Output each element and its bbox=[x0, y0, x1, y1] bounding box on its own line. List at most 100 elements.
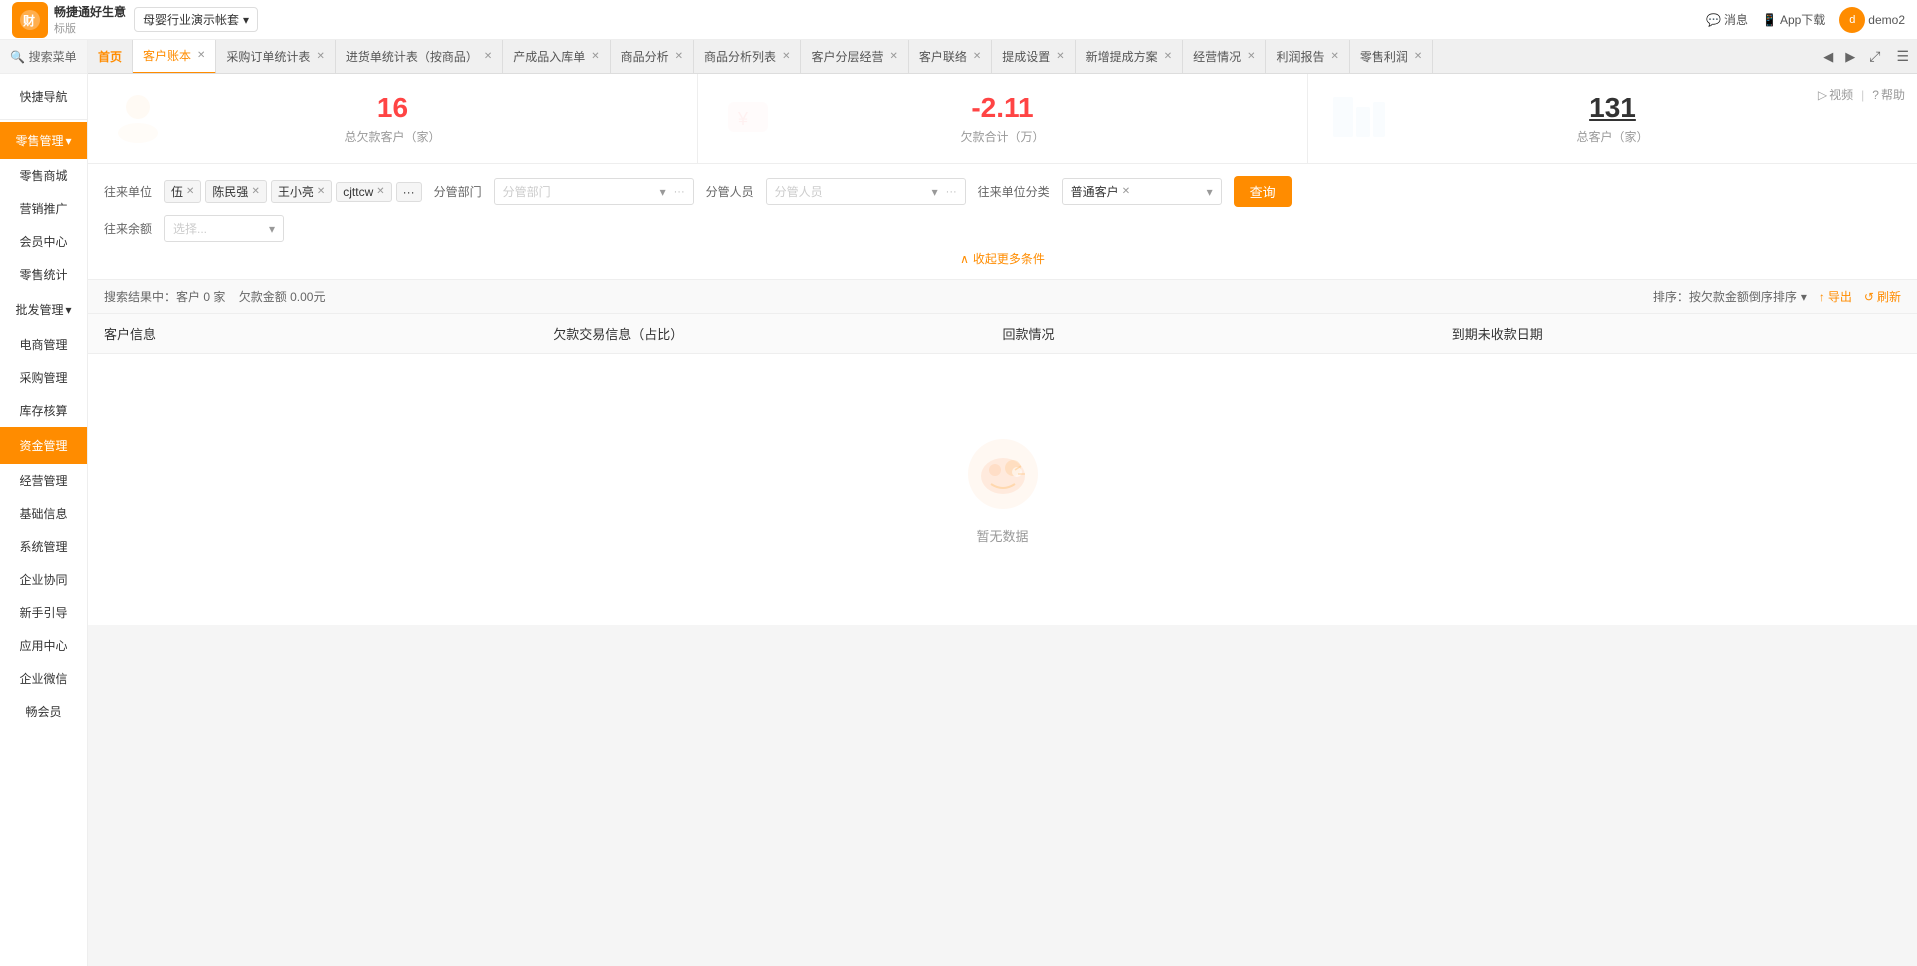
filter-tag-cj-remove[interactable]: ✕ bbox=[376, 186, 384, 197]
query-button[interactable]: 查询 bbox=[1234, 176, 1292, 207]
stat-value-total-customers[interactable]: 131 bbox=[1576, 92, 1648, 124]
tab-maximize-btn[interactable]: ⤢ bbox=[1861, 48, 1888, 65]
sidebar-item-basic-info[interactable]: 基础信息 bbox=[0, 497, 87, 530]
filter-label-category: 往来单位分类 bbox=[978, 183, 1050, 200]
tab-menu-btn[interactable]: ☰ bbox=[1888, 48, 1917, 65]
tab-retail-profit[interactable]: 零售利润 ✕ bbox=[1350, 40, 1433, 74]
tab-customer-segment[interactable]: 客户分层经营 ✕ bbox=[801, 40, 908, 74]
tab-profit-report[interactable]: 利润报告 ✕ bbox=[1266, 40, 1349, 74]
sidebar-item-guide[interactable]: 新手引导 bbox=[0, 596, 87, 629]
tab-close-goods-analysis[interactable]: ✕ bbox=[675, 51, 683, 62]
sidebar-item-enterprise-collab[interactable]: 企业协同 bbox=[0, 563, 87, 596]
sidebar-item-finance[interactable]: 资金管理 bbox=[0, 427, 87, 464]
sidebar-item-inventory[interactable]: 库存核算 bbox=[0, 394, 87, 427]
tab-scroll-right-btn[interactable]: ▶ bbox=[1839, 49, 1861, 65]
sidebar-item-wechat[interactable]: 企业微信 bbox=[0, 662, 87, 695]
tab-goods-analysis-list[interactable]: 商品分析列表 ✕ bbox=[694, 40, 801, 74]
tab-customer-ledger[interactable]: 客户账本 ✕ bbox=[133, 40, 216, 74]
tab-close-customer-ledger[interactable]: ✕ bbox=[197, 50, 205, 61]
sidebar-item-retail-mgmt[interactable]: 零售管理 ▾ bbox=[0, 122, 87, 159]
message-btn[interactable]: 💬 消息 bbox=[1706, 11, 1748, 28]
result-actions: 排序：按欠款金额倒序排序 ▾ ↑ 导出 ↺ 刷新 bbox=[1653, 288, 1901, 305]
tab-close-customer-segment[interactable]: ✕ bbox=[889, 51, 897, 62]
result-info: 搜索结果中：客户 0 家 欠款金额 0.00元 bbox=[104, 288, 325, 305]
sidebar-item-membership[interactable]: 会员中心 bbox=[0, 225, 87, 258]
tab-scroll-left-btn[interactable]: ◀ bbox=[1817, 49, 1839, 65]
filter-tag-wang: 王小亮 ✕ bbox=[271, 180, 332, 203]
sidebar-item-member[interactable]: 畅会员 bbox=[0, 695, 87, 728]
export-btn[interactable]: ↑ 导出 bbox=[1819, 288, 1852, 305]
refresh-btn[interactable]: ↺ 刷新 bbox=[1864, 288, 1901, 305]
col-debt-info: 欠款交易信息（占比） bbox=[553, 324, 1002, 343]
filter-tags-category: 普通客户 ✕ ▾ bbox=[1062, 178, 1222, 205]
tab-goods-analysis[interactable]: 商品分析 ✕ bbox=[611, 40, 694, 74]
sidebar-item-retail-shop[interactable]: 零售商城 bbox=[0, 159, 87, 192]
filter-tag-regular-remove[interactable]: ✕ bbox=[1122, 186, 1130, 197]
filter-label-balance: 往来余额 bbox=[104, 220, 152, 237]
filter-tag-wang-remove[interactable]: ✕ bbox=[317, 186, 325, 197]
sort-btn[interactable]: 排序：按欠款金额倒序排序 ▾ bbox=[1653, 288, 1807, 305]
sidebar-item-operations[interactable]: 经营管理 bbox=[0, 464, 87, 497]
user-avatar-btn[interactable]: d demo2 bbox=[1839, 7, 1905, 33]
filter-tags-unit: 伍 ✕ 陈民强 ✕ 王小亮 ✕ cjttcw ✕ bbox=[164, 180, 422, 203]
top-bar-right: 💬 消息 📱 App下载 d demo2 bbox=[1706, 7, 1905, 33]
stat-label-debt: 欠款合计（万） bbox=[960, 128, 1044, 145]
collapse-filter-btn[interactable]: ∧ 收起更多条件 bbox=[104, 250, 1901, 267]
question-icon: ? bbox=[1872, 88, 1879, 102]
tab-purchase-order-stats[interactable]: 采购订单统计表 ✕ bbox=[216, 40, 335, 74]
tab-close-add-commission[interactable]: ✕ bbox=[1164, 51, 1172, 62]
filter-row-1: 往来单位 伍 ✕ 陈民强 ✕ 王小亮 ✕ bbox=[104, 176, 1901, 207]
tab-close-customer-contact[interactable]: ✕ bbox=[973, 51, 981, 62]
filter-select-manager[interactable]: 分管人员 ▾ ··· bbox=[766, 178, 966, 205]
sidebar-item-wholesale-mgmt[interactable]: 批发管理 ▾ bbox=[0, 291, 87, 328]
tab-close-purchase-order-stats[interactable]: ✕ bbox=[316, 51, 324, 62]
tab-close-operations[interactable]: ✕ bbox=[1247, 51, 1255, 62]
app-download-btn[interactable]: 📱 App下载 bbox=[1762, 11, 1825, 28]
video-btn[interactable]: ▷ 视频 bbox=[1818, 86, 1853, 103]
stat-content-total-customers: 131 总客户（家） bbox=[1576, 92, 1648, 145]
logo-sub: 标版 bbox=[54, 20, 126, 36]
tab-home[interactable]: 首页 bbox=[88, 40, 133, 74]
stat-value-customers: 16 bbox=[344, 92, 440, 124]
filter-area: 往来单位 伍 ✕ 陈民强 ✕ 王小亮 ✕ bbox=[88, 164, 1917, 280]
filter-select-dept[interactable]: 分管部门 ▾ ··· bbox=[494, 178, 694, 205]
logo-title: 畅捷通好生意 bbox=[54, 3, 126, 20]
tab-close-retail-profit[interactable]: ✕ bbox=[1414, 51, 1422, 62]
filter-select-category[interactable]: 普通客户 ✕ ▾ bbox=[1062, 178, 1222, 205]
filter-tag-wu-remove[interactable]: ✕ bbox=[186, 186, 194, 197]
refresh-icon: ↺ bbox=[1864, 290, 1874, 304]
message-icon: 💬 bbox=[1706, 13, 1721, 27]
tab-close-profit-report[interactable]: ✕ bbox=[1331, 51, 1339, 62]
tab-add-commission[interactable]: 新增提成方案 ✕ bbox=[1076, 40, 1183, 74]
sidebar-item-quick-nav[interactable]: 快捷导航 bbox=[0, 78, 87, 115]
sidebar-item-ecommerce[interactable]: 电商管理 bbox=[0, 328, 87, 361]
help-btn[interactable]: ? 帮助 bbox=[1872, 86, 1905, 103]
filter-tag-chen: 陈民强 ✕ bbox=[205, 180, 266, 203]
tab-close-goods-analysis-list[interactable]: ✕ bbox=[782, 51, 790, 62]
filter-tag-chen-remove[interactable]: ✕ bbox=[251, 186, 259, 197]
chevron-down-icon: ▾ bbox=[65, 303, 71, 317]
tab-close-commission-settings[interactable]: ✕ bbox=[1056, 51, 1064, 62]
tab-close-inventory-stats[interactable]: ✕ bbox=[484, 51, 492, 62]
sidebar-item-retail-stats[interactable]: 零售统计 bbox=[0, 258, 87, 291]
debt-bg-icon: ¥ bbox=[718, 87, 778, 150]
sidebar-item-system[interactable]: 系统管理 bbox=[0, 530, 87, 563]
filter-tag-more[interactable]: ··· bbox=[396, 182, 422, 202]
chevron-down-icon: ▾ bbox=[269, 222, 275, 236]
sidebar-item-marketing[interactable]: 营销推广 bbox=[0, 192, 87, 225]
tab-close-product-inbound[interactable]: ✕ bbox=[591, 51, 599, 62]
account-selector[interactable]: 母婴行业演示帐套 ▾ bbox=[134, 7, 258, 32]
table-header: 客户信息 欠款交易信息（占比） 回款情况 到期未收款日期 bbox=[88, 314, 1917, 354]
stat-item-debt: ¥ -2.11 欠款合计（万） bbox=[698, 74, 1308, 163]
filter-select-balance[interactable]: 选择... ▾ bbox=[164, 215, 284, 242]
stat-content-customers: 16 总欠款客户（家） bbox=[344, 92, 440, 145]
sidebar-quick-nav: 快捷导航 bbox=[0, 74, 87, 120]
tab-customer-contact[interactable]: 客户联络 ✕ bbox=[909, 40, 992, 74]
sidebar-item-purchase[interactable]: 采购管理 bbox=[0, 361, 87, 394]
tab-inventory-stats[interactable]: 进货单统计表（按商品） ✕ bbox=[336, 40, 503, 74]
tab-operations[interactable]: 经营情况 ✕ bbox=[1183, 40, 1266, 74]
sidebar-item-app-center[interactable]: 应用中心 bbox=[0, 629, 87, 662]
sidebar-search[interactable]: 🔍 搜索菜单 bbox=[0, 40, 87, 74]
tab-commission-settings[interactable]: 提成设置 ✕ bbox=[992, 40, 1075, 74]
tab-product-inbound[interactable]: 产成品入库单 ✕ bbox=[503, 40, 610, 74]
